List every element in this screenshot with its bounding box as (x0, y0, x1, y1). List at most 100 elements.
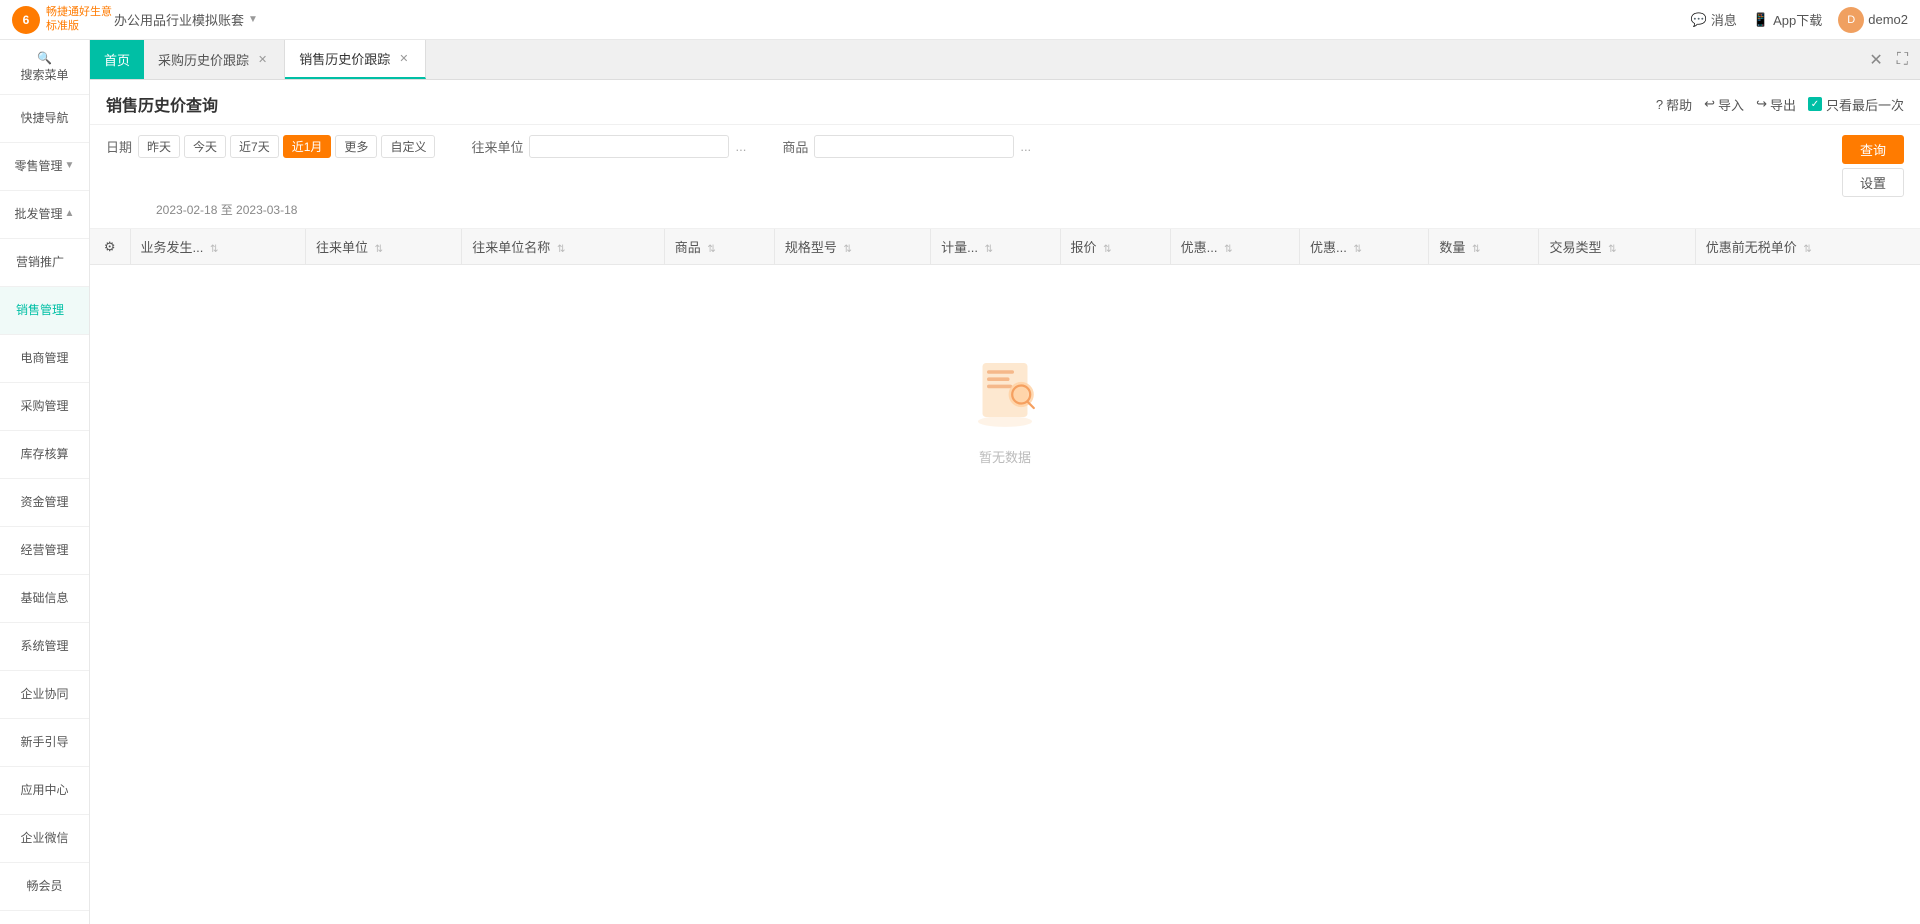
chevron-down-icon: ▼ (248, 14, 258, 25)
home-tab-label: 首页 (104, 50, 130, 69)
sort-icon: ⇅ (1353, 244, 1361, 255)
sidebar-item-ecommerce[interactable]: 电商管理 (0, 335, 89, 383)
logo[interactable]: 6 畅捷通好生意 标准版 (12, 6, 102, 34)
workspace-selector[interactable]: 办公用品行业模拟账套 ▼ (114, 10, 258, 29)
export-icon: ↪ (1756, 96, 1767, 112)
goods-filter-label: 商品 (782, 137, 808, 156)
settings-button[interactable]: 设置 (1842, 168, 1904, 197)
partner-dots[interactable]: ... (735, 139, 746, 154)
date-filter-label: 日期 (106, 137, 132, 156)
import-button[interactable]: ↩ 导入 (1704, 95, 1744, 114)
sidebar-item-member[interactable]: 畅会员 (0, 863, 89, 911)
filter-row-1: 日期 昨天 今天 近7天 近1月 更多 自定义 往来单位 (106, 135, 1904, 197)
empty-state-text: 暂无数据 (979, 447, 1031, 466)
sidebar-item-inventory[interactable]: 库存核算 (0, 431, 89, 479)
sort-icon: ⇅ (557, 244, 565, 255)
workspace-area: 办公用品行业模拟账套 ▼ (102, 10, 1691, 29)
sidebar-item-apps[interactable]: 应用中心 (0, 767, 89, 815)
tab-home[interactable]: 首页 (90, 40, 144, 79)
sort-icon: ⇅ (1608, 244, 1616, 255)
empty-state: 暂无数据 (90, 265, 1920, 546)
sidebar-item-basic[interactable]: 基础信息 (0, 575, 89, 623)
sort-icon: ⇅ (1224, 244, 1232, 255)
date-btn-custom[interactable]: 自定义 (381, 135, 435, 158)
filter-row-date-display: 2023-02-18 至 2023-03-18 (106, 201, 1904, 218)
sidebar-item-system[interactable]: 系统管理 (0, 623, 89, 671)
import-icon: ↩ (1704, 96, 1715, 112)
sidebar-item-finance[interactable]: 资金管理 (0, 479, 89, 527)
close-icon[interactable]: ✕ (255, 52, 270, 67)
help-icon: ? (1656, 97, 1663, 112)
workspace-name: 办公用品行业模拟账套 (114, 10, 244, 29)
date-filter-group: 日期 昨天 今天 近7天 近1月 更多 自定义 (106, 135, 435, 158)
sales-tab-label: 销售历史价跟踪 (299, 49, 390, 68)
partner-filter-group: 往来单位 ... (471, 135, 746, 158)
tab-purchase[interactable]: 采购历史价跟踪 ✕ (144, 40, 285, 79)
sidebar-item-retail[interactable]: 零售管理 ▼ (0, 143, 89, 191)
table-header-trade-type[interactable]: 交易类型 ⇅ (1539, 229, 1695, 265)
checkbox-checked-icon: ✓ (1808, 97, 1822, 111)
goods-input[interactable] (814, 135, 1014, 158)
date-btn-more[interactable]: 更多 (335, 135, 377, 158)
table-header-spec[interactable]: 规格型号 ⇅ (774, 229, 930, 265)
chevron-down-icon: ▼ (65, 159, 75, 173)
goods-filter-group: 商品 ... (782, 135, 1031, 158)
partner-input[interactable] (529, 135, 729, 158)
sidebar-item-purchase[interactable]: 采购管理 (0, 383, 89, 431)
message-icon: 💬 (1691, 12, 1707, 28)
sidebar-item-marketing[interactable]: 营销推广 (0, 239, 89, 287)
table-header-biz-date[interactable]: 业务发生... ⇅ (130, 229, 306, 265)
user-profile-button[interactable]: D demo2 (1838, 7, 1908, 33)
sort-icon: ⇅ (1103, 244, 1111, 255)
sort-icon: ⇅ (1472, 244, 1480, 255)
goods-dots[interactable]: ... (1020, 139, 1031, 154)
message-button[interactable]: 💬 消息 (1691, 10, 1737, 29)
table-header-partner-name[interactable]: 往来单位名称 ⇅ (462, 229, 664, 265)
date-btn-1month[interactable]: 近1月 (283, 135, 332, 158)
avatar: D (1838, 7, 1864, 33)
table-header-discount1[interactable]: 优惠... ⇅ (1170, 229, 1299, 265)
partner-filter-label: 往来单位 (471, 137, 523, 156)
sort-icon: ⇅ (985, 244, 993, 255)
help-button[interactable]: ? 帮助 (1656, 95, 1692, 114)
sidebar-item-guide[interactable]: 新手引导 (0, 719, 89, 767)
only-latest-checkbox[interactable]: ✓ 只看最后一次 (1808, 95, 1904, 114)
sidebar-item-sales[interactable]: 销售管理 (0, 287, 89, 335)
sort-icon: ⇅ (707, 244, 715, 255)
close-window-icon[interactable]: ✕ (1865, 48, 1886, 72)
table-header-price[interactable]: 报价 ⇅ (1060, 229, 1170, 265)
query-button[interactable]: 查询 (1842, 135, 1904, 164)
date-btn-today[interactable]: 今天 (184, 135, 226, 158)
table-header-quantity[interactable]: 数量 ⇅ (1429, 229, 1539, 265)
date-btn-7days[interactable]: 近7天 (230, 135, 279, 158)
date-btn-yesterday[interactable]: 昨天 (138, 135, 180, 158)
table-header-settings[interactable]: ⚙ (90, 229, 130, 265)
sidebar-item-operation[interactable]: 经营管理 (0, 527, 89, 575)
table-header-goods[interactable]: 商品 ⇅ (664, 229, 774, 265)
purchase-tab-label: 采购历史价跟踪 (158, 50, 249, 69)
sidebar: 🔍 搜索菜单 快捷导航 零售管理 ▼ 批发管理 ▲ 营销推广 销售管理 电商管理… (0, 40, 90, 924)
tab-sales[interactable]: 销售历史价跟踪 ✕ (285, 40, 426, 79)
sidebar-item-cooperation[interactable]: 企业协同 (0, 671, 89, 719)
table-header-row: ⚙ 业务发生... ⇅ 往来单位 ⇅ 往来单位名称 ⇅ (90, 229, 1920, 265)
sidebar-item-wechat[interactable]: 企业微信 (0, 815, 89, 863)
app-download-button[interactable]: 📱 App下载 (1753, 10, 1822, 29)
table-header-discount2[interactable]: 优惠... ⇅ (1299, 229, 1428, 265)
sidebar-item-wholesale[interactable]: 批发管理 ▲ (0, 191, 89, 239)
table-header-partner-code[interactable]: 往来单位 ⇅ (306, 229, 462, 265)
sort-icon: ⇅ (375, 244, 383, 255)
content-area: 首页 采购历史价跟踪 ✕ 销售历史价跟踪 ✕ ✕ ⛶ 销售历史价查询 (90, 40, 1920, 924)
maximize-icon[interactable]: ⛶ (1893, 49, 1912, 71)
sidebar-item-shortcuts[interactable]: 快捷导航 (0, 95, 89, 143)
main-layout: 🔍 搜索菜单 快捷导航 零售管理 ▼ 批发管理 ▲ 营销推广 销售管理 电商管理… (0, 40, 1920, 924)
data-table: ⚙ 业务发生... ⇅ 往来单位 ⇅ 往来单位名称 ⇅ (90, 229, 1920, 265)
sort-icon: ⇅ (844, 244, 852, 255)
date-range-buttons: 昨天 今天 近7天 近1月 更多 自定义 (138, 135, 435, 158)
top-bar: 6 畅捷通好生意 标准版 办公用品行业模拟账套 ▼ 💬 消息 📱 App下载 D… (0, 0, 1920, 40)
export-button[interactable]: ↪ 导出 (1756, 95, 1796, 114)
sidebar-item-search[interactable]: 🔍 搜索菜单 (0, 40, 89, 95)
table-header-pretax-price[interactable]: 优惠前无税单价 ⇅ (1695, 229, 1920, 265)
search-icon: 🔍 (37, 50, 52, 67)
close-icon[interactable]: ✕ (396, 51, 411, 66)
table-header-unit[interactable]: 计量... ⇅ (931, 229, 1060, 265)
